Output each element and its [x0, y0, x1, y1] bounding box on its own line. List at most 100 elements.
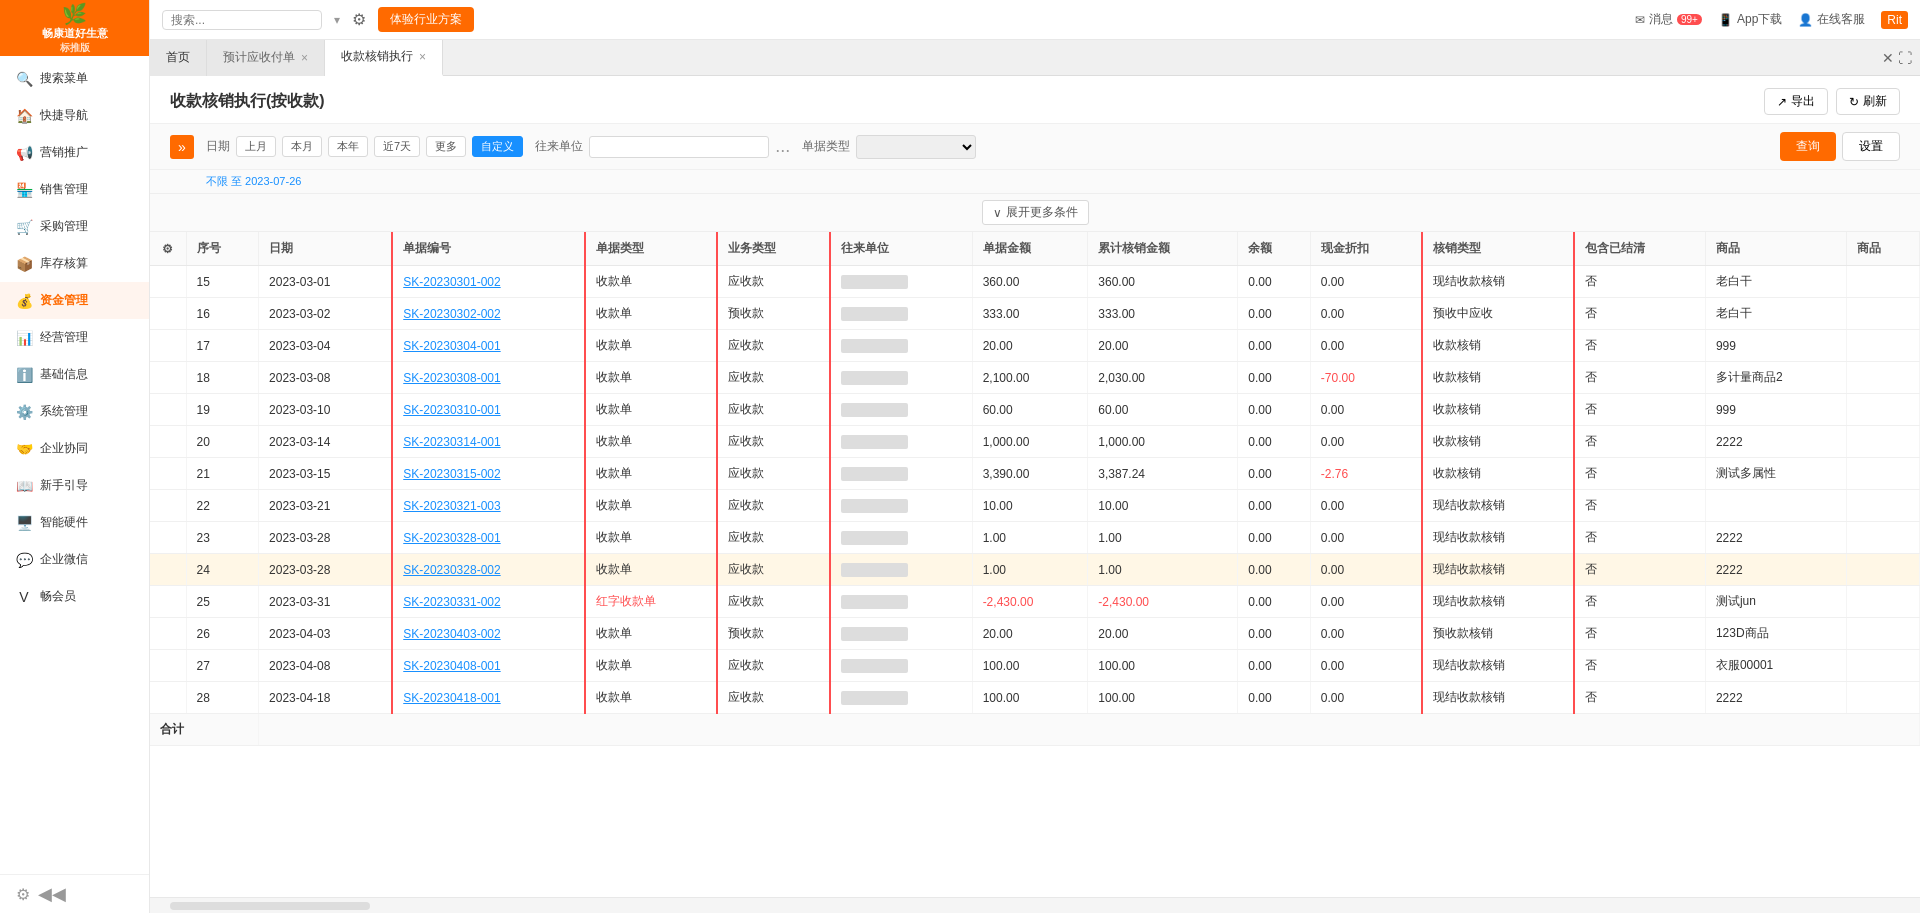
col-writeofftype-header: 核销类型 — [1422, 232, 1574, 266]
doc-no-link[interactable]: SK-20230314-001 — [403, 435, 500, 449]
doc-no-link[interactable]: SK-20230315-002 — [403, 467, 500, 481]
doc-no-link[interactable]: SK-20230328-002 — [403, 563, 500, 577]
table-row: 15 2023-03-01 SK-20230301-002 收款单 应收款 36… — [150, 266, 1920, 298]
filter-partner-more-icon[interactable]: ... — [775, 136, 790, 157]
export-button[interactable]: ↗ 导出 — [1764, 88, 1828, 115]
sidebar-item-operations[interactable]: 📊经营管理 — [0, 319, 149, 356]
sidebar-item-member[interactable]: V畅会员 — [0, 578, 149, 615]
doc-no-link[interactable]: SK-20230310-001 — [403, 403, 500, 417]
filter-settings-button[interactable]: 设置 — [1842, 132, 1900, 161]
tab-writeoff-close[interactable]: × — [419, 50, 426, 64]
filter-doctype-select[interactable] — [856, 135, 976, 159]
cell-partner — [830, 522, 972, 554]
tab-writeoff[interactable]: 收款核销执行 × — [325, 40, 443, 76]
cell-product: 多计量商品2 — [1705, 362, 1846, 394]
sidebar-item-label-guide: 新手引导 — [40, 477, 88, 494]
filter-last7-btn[interactable]: 近7天 — [374, 136, 420, 157]
sidebar-item-system[interactable]: ⚙️系统管理 — [0, 393, 149, 430]
sidebar-item-guide[interactable]: 📖新手引导 — [0, 467, 149, 504]
sidebar-item-finance[interactable]: 💰资金管理 — [0, 282, 149, 319]
cell-product: 2222 — [1705, 426, 1846, 458]
topbar-right-actions: ✉ 消息 99+ 📱 App下载 👤 在线客服 Rit — [1635, 11, 1908, 29]
sidebar-item-label-search: 搜索菜单 — [40, 70, 88, 87]
topbar-gear-icon[interactable]: ⚙ — [352, 10, 366, 29]
cell-docamount: 20.00 — [972, 618, 1088, 650]
app-logo: 🌿 畅康道好生意 标推版 — [0, 0, 149, 56]
cell-cumulative: 10.00 — [1088, 490, 1238, 522]
filter-custom-btn[interactable]: 自定义 — [472, 136, 523, 157]
cell-includesettled: 否 — [1574, 426, 1705, 458]
scroll-thumb[interactable] — [170, 902, 370, 910]
tab-home[interactable]: 首页 — [150, 40, 207, 76]
cell-partner — [830, 266, 972, 298]
doc-no-link[interactable]: SK-20230408-001 — [403, 659, 500, 673]
cell-doctype: 收款单 — [585, 490, 717, 522]
doc-no-link[interactable]: SK-20230308-001 — [403, 371, 500, 385]
tab-fullscreen-button[interactable]: ⛶ — [1898, 50, 1912, 66]
cell-cashdiscount: 0.00 — [1310, 298, 1422, 330]
doc-no-link[interactable]: SK-20230321-003 — [403, 499, 500, 513]
cell-docno: SK-20230418-001 — [392, 682, 585, 714]
cell-date: 2023-04-08 — [259, 650, 393, 682]
messages-button[interactable]: ✉ 消息 99+ — [1635, 11, 1702, 28]
filter-bar: » 日期 上月 本月 本年 近7天 更多 自定义 往来单位 ... 单据类型 — [150, 124, 1920, 170]
sidebar-item-marketing[interactable]: 📢营销推广 — [0, 134, 149, 171]
sidebar-item-sales[interactable]: 🏪销售管理 — [0, 171, 149, 208]
table-row: 25 2023-03-31 SK-20230331-002 红字收款单 应收款 … — [150, 586, 1920, 618]
tabbar-actions: ✕ ⛶ — [1882, 50, 1920, 66]
cell-docno: SK-20230328-001 — [392, 522, 585, 554]
filter-collapse-btn[interactable]: » — [170, 135, 194, 159]
sidebar-collapse-icon[interactable]: ◀◀ — [38, 883, 66, 905]
filter-partner-input[interactable] — [589, 136, 769, 158]
sidebar-item-hardware[interactable]: 🖥️智能硬件 — [0, 504, 149, 541]
filter-date-label: 日期 — [206, 138, 230, 155]
tab-receivable-close[interactable]: × — [301, 51, 308, 65]
filter-this-month-btn[interactable]: 本月 — [282, 136, 322, 157]
col-settings[interactable]: ⚙ — [150, 232, 186, 266]
footer-empty-cell — [259, 714, 1920, 746]
cell-product: 2222 — [1705, 682, 1846, 714]
industry-solution-button[interactable]: 体验行业方案 — [378, 7, 474, 32]
expand-conditions-button[interactable]: ∨ 展开更多条件 — [982, 200, 1089, 225]
sidebar-item-quicknav[interactable]: 🏠快捷导航 — [0, 97, 149, 134]
sidebar-item-label-system: 系统管理 — [40, 403, 88, 420]
cell-date: 2023-03-14 — [259, 426, 393, 458]
doc-no-link[interactable]: SK-20230328-001 — [403, 531, 500, 545]
sidebar-item-wechat[interactable]: 💬企业微信 — [0, 541, 149, 578]
cell-balance: 0.00 — [1238, 586, 1311, 618]
search-input[interactable] — [162, 10, 322, 30]
sidebar-item-search[interactable]: 🔍搜索菜单 — [0, 60, 149, 97]
cell-doctype: 收款单 — [585, 650, 717, 682]
tab-close-all-button[interactable]: ✕ — [1882, 50, 1894, 66]
cell-balance: 0.00 — [1238, 266, 1311, 298]
main-area: ▾ ⚙ 体验行业方案 ✉ 消息 99+ 📱 App下载 👤 在线客服 Rit — [150, 0, 1920, 913]
sidebar-item-inventory[interactable]: 📦库存核算 — [0, 245, 149, 282]
cell-biztype: 应收款 — [717, 330, 830, 362]
filter-this-year-btn[interactable]: 本年 — [328, 136, 368, 157]
customer-service-button[interactable]: 👤 在线客服 — [1798, 11, 1865, 28]
sidebar-item-basic[interactable]: ℹ️基础信息 — [0, 356, 149, 393]
doc-no-link[interactable]: SK-20230302-002 — [403, 307, 500, 321]
cell-cumulative: 20.00 — [1088, 618, 1238, 650]
cell-docno: SK-20230314-001 — [392, 426, 585, 458]
filter-more-btn[interactable]: 更多 — [426, 136, 466, 157]
refresh-button[interactable]: ↻ 刷新 — [1836, 88, 1900, 115]
doc-no-link[interactable]: SK-20230418-001 — [403, 691, 500, 705]
cell-doctype: 收款单 — [585, 458, 717, 490]
messages-badge: 99+ — [1677, 14, 1702, 25]
doc-no-link[interactable]: SK-20230304-001 — [403, 339, 500, 353]
doc-no-link[interactable]: SK-20230331-002 — [403, 595, 500, 609]
tab-receivable[interactable]: 预计应收付单 × — [207, 40, 325, 76]
doc-no-link[interactable]: SK-20230301-002 — [403, 275, 500, 289]
user-avatar[interactable]: Rit — [1881, 11, 1908, 29]
cell-writeofftype: 现结收款核销 — [1422, 266, 1574, 298]
sidebar-settings-icon[interactable]: ⚙ — [16, 885, 30, 904]
doc-no-link[interactable]: SK-20230403-002 — [403, 627, 500, 641]
filter-last-month-btn[interactable]: 上月 — [236, 136, 276, 157]
topbar-dropdown-icon[interactable]: ▾ — [334, 13, 340, 27]
sidebar-item-enterprise[interactable]: 🤝企业协同 — [0, 430, 149, 467]
query-button[interactable]: 查询 — [1780, 132, 1836, 161]
sidebar-item-purchase[interactable]: 🛒采购管理 — [0, 208, 149, 245]
horizontal-scrollbar[interactable] — [150, 897, 1920, 913]
app-download-button[interactable]: 📱 App下载 — [1718, 11, 1782, 28]
